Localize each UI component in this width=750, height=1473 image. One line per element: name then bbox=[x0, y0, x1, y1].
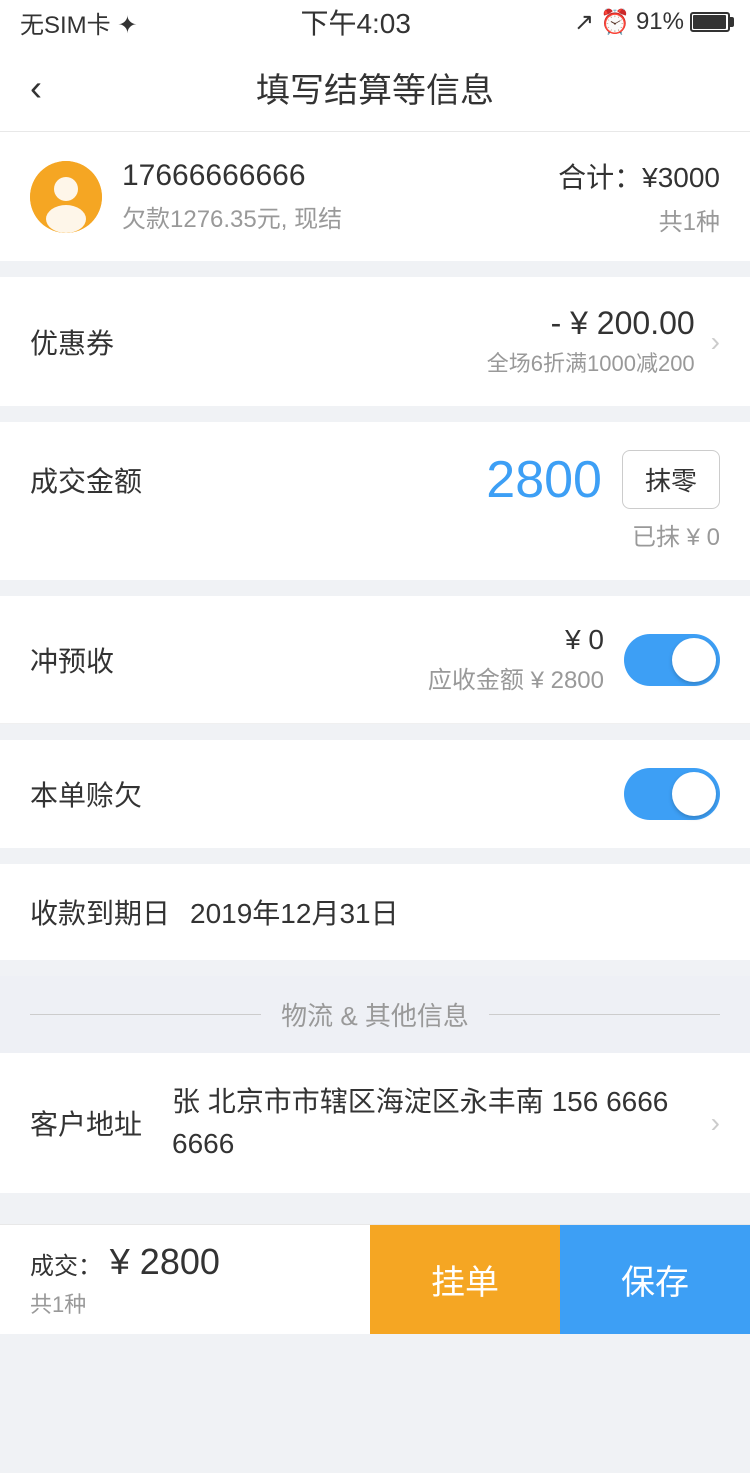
divider-line-right bbox=[489, 1014, 720, 1015]
prepay-label: 冲预收 bbox=[30, 640, 114, 680]
coupon-row[interactable]: 优惠券 - ¥ 200.00 全场6折满1000减200 › bbox=[0, 277, 750, 406]
customer-info: 17666666666 欠款1276.35元, 现结 bbox=[122, 159, 342, 234]
status-left: 无SIM卡 ✦ bbox=[20, 5, 137, 40]
logistics-label: 物流 & 其他信息 bbox=[261, 996, 489, 1033]
deal-amount-group: 2800 抹零 bbox=[486, 450, 720, 509]
deal-subtotal: 已抹 ¥ 0 bbox=[30, 517, 720, 552]
logistics-divider: 物流 & 其他信息 bbox=[0, 976, 750, 1053]
save-button[interactable]: 保存 bbox=[560, 1225, 750, 1334]
avatar-icon bbox=[30, 161, 102, 233]
coupon-right: - ¥ 200.00 全场6折满1000减200 › bbox=[487, 305, 720, 378]
duedate-label: 收款到期日 bbox=[30, 892, 170, 932]
duedate-value: 2019年12月31日 bbox=[190, 892, 399, 932]
page-title: 填写结算等信息 bbox=[256, 63, 494, 112]
deal-amount-label: 成交金额 bbox=[30, 460, 142, 500]
round-off-button[interactable]: 抹零 bbox=[622, 450, 720, 509]
prepay-amount: ¥ 0 bbox=[428, 624, 604, 656]
prepay-toggle[interactable] bbox=[624, 634, 720, 686]
hold-button[interactable]: 挂单 bbox=[370, 1225, 560, 1334]
status-time: 下午4:03 bbox=[300, 2, 411, 42]
bottom-deal-row: 成交： ¥ 2800 bbox=[30, 1241, 340, 1283]
bottom-info: 成交： ¥ 2800 共1种 bbox=[0, 1241, 370, 1319]
address-section: 客户地址 张 北京市市辖区海淀区永丰南 156 6666 6666 › bbox=[0, 1053, 750, 1193]
status-bar: 无SIM卡 ✦ 下午4:03 ↗ ⏰ 91% bbox=[0, 0, 750, 44]
debt-toggle-knob bbox=[672, 772, 716, 816]
bottom-actions: 挂单 保存 bbox=[370, 1225, 750, 1334]
toggle-knob bbox=[672, 638, 716, 682]
customer-count: 共1种 bbox=[558, 202, 720, 237]
deal-amount-value: 2800 bbox=[486, 454, 602, 506]
status-right: ↗ ⏰ 91% bbox=[574, 8, 730, 37]
coupon-value: - ¥ 200.00 全场6折满1000减200 bbox=[487, 305, 695, 378]
address-label: 客户地址 bbox=[30, 1103, 142, 1143]
debt-section: 本单赊欠 bbox=[0, 740, 750, 848]
prepay-right: ¥ 0 应收金额 ¥ 2800 bbox=[428, 624, 720, 695]
customer-card: 17666666666 欠款1276.35元, 现结 合计：¥3000 共1种 bbox=[0, 132, 750, 261]
customer-phone: 17666666666 bbox=[122, 159, 342, 193]
coupon-discount-amount: - ¥ 200.00 bbox=[487, 305, 695, 342]
customer-total: 合计：¥3000 bbox=[558, 156, 720, 196]
chevron-right-icon: › bbox=[711, 326, 720, 358]
customer-summary: 合计：¥3000 共1种 bbox=[558, 156, 720, 237]
duedate-section: 收款到期日 2019年12月31日 bbox=[0, 864, 750, 960]
deal-amount-section: 成交金额 2800 抹零 已抹 ¥ 0 bbox=[0, 422, 750, 580]
coupon-description: 全场6折满1000减200 bbox=[487, 346, 695, 378]
duedate-row: 收款到期日 2019年12月31日 bbox=[30, 892, 720, 932]
deal-amount-row: 成交金额 2800 抹零 bbox=[30, 450, 720, 509]
bottom-deal-label: 成交： bbox=[30, 1253, 102, 1280]
avatar bbox=[30, 161, 102, 233]
coupon-section: 优惠券 - ¥ 200.00 全场6折满1000减200 › bbox=[0, 277, 750, 406]
battery-percent: 91% bbox=[636, 8, 684, 36]
address-chevron-icon: › bbox=[711, 1107, 720, 1139]
address-value: 张 北京市市辖区海淀区永丰南 156 6666 6666 bbox=[172, 1081, 711, 1165]
customer-left: 17666666666 欠款1276.35元, 现结 bbox=[30, 159, 342, 234]
debt-row: 本单赊欠 bbox=[0, 740, 750, 848]
debt-label: 本单赊欠 bbox=[30, 774, 142, 814]
address-row[interactable]: 客户地址 张 北京市市辖区海淀区永丰南 156 6666 6666 › bbox=[0, 1053, 750, 1193]
bottom-amount: ¥ 2800 bbox=[110, 1241, 220, 1282]
bottom-bar: 成交： ¥ 2800 共1种 挂单 保存 bbox=[0, 1224, 750, 1334]
prepay-values: ¥ 0 应收金额 ¥ 2800 bbox=[428, 624, 604, 695]
customer-debt: 欠款1276.35元, 现结 bbox=[122, 199, 342, 234]
header: ‹ 填写结算等信息 bbox=[0, 44, 750, 132]
prepay-row: 冲预收 ¥ 0 应收金额 ¥ 2800 bbox=[0, 596, 750, 724]
alarm-icon: ⏰ bbox=[600, 8, 630, 37]
sim-label: 无SIM卡 ✦ bbox=[20, 5, 137, 40]
navigation-icon: ↗ bbox=[574, 8, 594, 37]
divider-line-left bbox=[30, 1014, 261, 1015]
bottom-count: 共1种 bbox=[30, 1287, 340, 1319]
coupon-label: 优惠券 bbox=[30, 322, 114, 362]
prepay-section: 冲预收 ¥ 0 应收金额 ¥ 2800 bbox=[0, 596, 750, 724]
receivable-amount: 应收金额 ¥ 2800 bbox=[428, 660, 604, 695]
battery-icon bbox=[690, 12, 730, 32]
debt-toggle[interactable] bbox=[624, 768, 720, 820]
back-button[interactable]: ‹ bbox=[30, 67, 42, 109]
